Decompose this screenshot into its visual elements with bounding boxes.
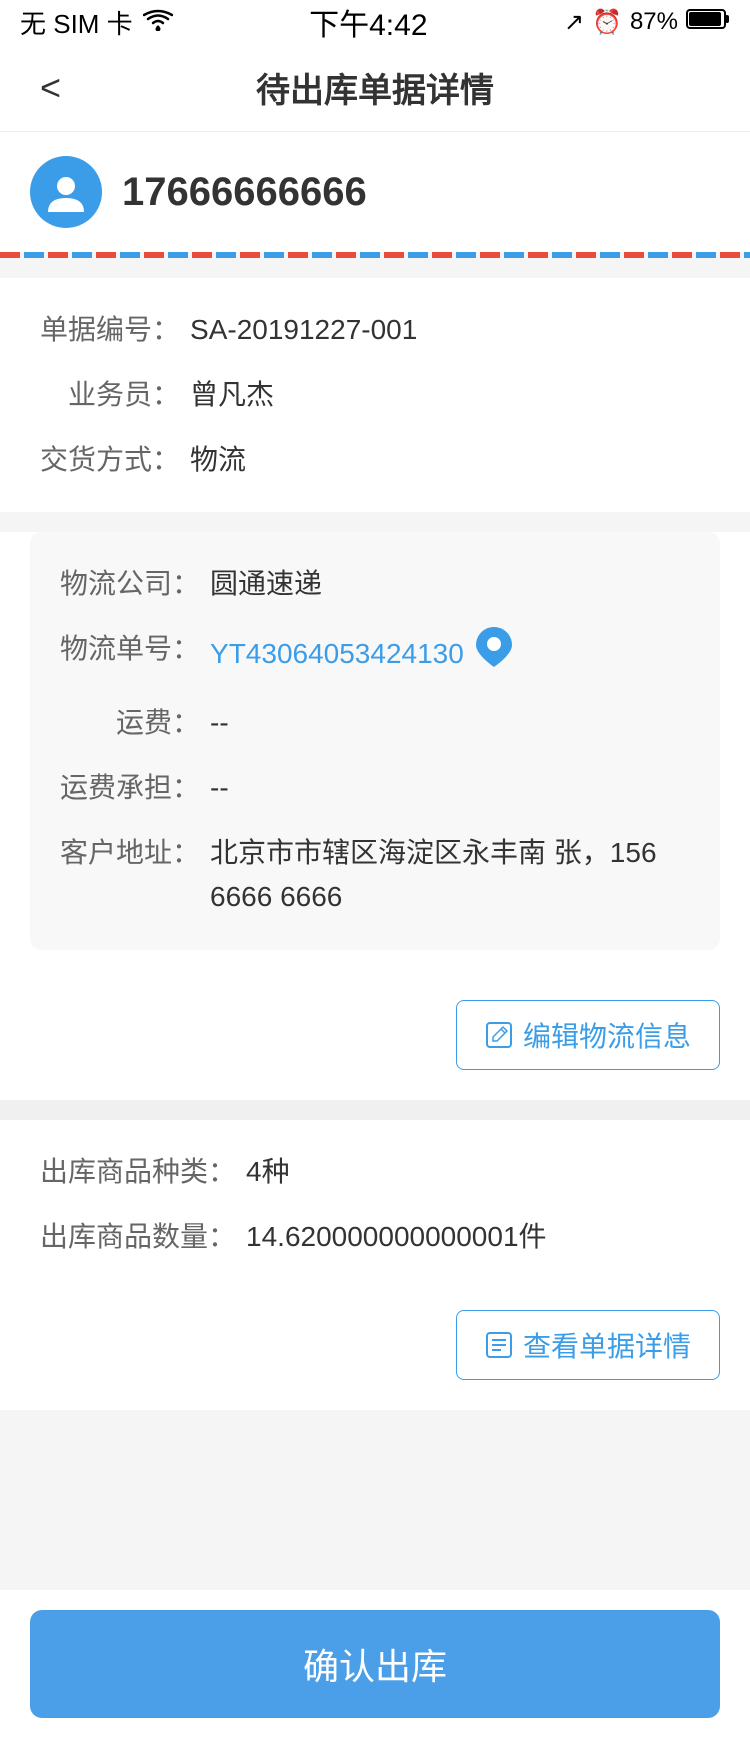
goods-types-row: 出库商品种类： 4种 <box>40 1150 710 1195</box>
delivery-method-row: 交货方式： 物流 <box>40 438 710 483</box>
view-detail-btn-area: 查看单据详情 <box>0 1290 750 1410</box>
address-row: 客户地址： 北京市市辖区海淀区永丰南 张，156 6666 6666 <box>60 831 690 921</box>
edit-logistics-btn-area: 编辑物流信息 <box>0 980 750 1100</box>
list-icon <box>485 1331 513 1359</box>
nav-bar: < 待出库单据详情 <box>0 44 750 132</box>
freight-label: 运费： <box>60 701 200 746</box>
sales-person-row: 业务员： 曾凡杰 <box>40 373 710 418</box>
goods-types-label: 出库商品种类： <box>40 1150 236 1195</box>
back-button[interactable]: < <box>30 57 71 119</box>
delivery-method-label: 交货方式： <box>40 438 180 483</box>
status-bar: 无 SIM 卡 下午4:42 ↗ ⏰ 87% <box>0 0 750 44</box>
location-pin-icon[interactable] <box>476 627 512 681</box>
battery-icon <box>686 8 730 37</box>
confirm-button[interactable]: 确认出库 <box>30 1610 720 1718</box>
location-status-icon: ↗ <box>564 8 584 37</box>
status-left: 无 SIM 卡 <box>20 4 173 41</box>
page-title: 待出库单据详情 <box>256 63 494 112</box>
bottom-area: 确认出库 <box>0 1590 750 1758</box>
edit-logistics-button[interactable]: 编辑物流信息 <box>456 1000 720 1070</box>
logistics-outer: 物流公司： 圆通速递 物流单号： YT43064053424130 <box>0 532 750 980</box>
tracking-no: YT43064053424130 <box>210 632 464 677</box>
freight-bearer-value: -- <box>210 766 690 811</box>
order-no-value: SA-20191227-001 <box>190 308 710 353</box>
sales-person-label: 业务员： <box>40 373 180 418</box>
goods-types-value: 4种 <box>246 1150 710 1195</box>
status-time: 下午4:42 <box>309 0 427 44</box>
edit-logistics-label: 编辑物流信息 <box>523 1015 691 1055</box>
avatar <box>30 156 102 228</box>
tracking-value-wrap: YT43064053424130 <box>210 627 690 681</box>
view-detail-label: 查看单据详情 <box>523 1325 691 1365</box>
address-label: 客户地址： <box>60 831 200 876</box>
goods-section: 出库商品种类： 4种 出库商品数量： 14.620000000000001件 <box>0 1120 750 1290</box>
freight-value: -- <box>210 701 690 746</box>
company-row: 物流公司： 圆通速递 <box>60 562 690 607</box>
status-right: ↗ ⏰ 87% <box>564 8 730 37</box>
freight-bearer-row: 运费承担： -- <box>60 766 690 811</box>
battery-text: 87% <box>630 8 678 36</box>
sales-person-value: 曾凡杰 <box>190 373 710 418</box>
freight-row: 运费： -- <box>60 701 690 746</box>
customer-header: 17666666666 <box>0 132 750 252</box>
section-divider <box>0 1100 750 1120</box>
company-value: 圆通速递 <box>210 562 690 607</box>
alarm-icon: ⏰ <box>592 8 622 37</box>
delivery-method-value: 物流 <box>190 438 710 483</box>
order-no-row: 单据编号： SA-20191227-001 <box>40 308 710 353</box>
carrier-text: 无 SIM 卡 <box>20 4 133 41</box>
tracking-row: 物流单号： YT43064053424130 <box>60 627 690 681</box>
address-value: 北京市市辖区海淀区永丰南 张，156 6666 6666 <box>210 831 690 921</box>
goods-quantity-value: 14.620000000000001件 <box>246 1215 710 1260</box>
order-no-label: 单据编号： <box>40 308 180 353</box>
edit-icon <box>485 1021 513 1049</box>
content-spacer <box>0 1410 750 1590</box>
logistics-card: 物流公司： 圆通速递 物流单号： YT43064053424130 <box>30 532 720 950</box>
order-info-section: 单据编号： SA-20191227-001 业务员： 曾凡杰 交货方式： 物流 <box>0 278 750 512</box>
company-label: 物流公司： <box>60 562 200 607</box>
confirm-btn-wrap: 确认出库 <box>0 1590 750 1758</box>
goods-quantity-row: 出库商品数量： 14.620000000000001件 <box>40 1215 710 1260</box>
wifi-icon <box>143 7 173 38</box>
goods-quantity-label: 出库商品数量： <box>40 1215 236 1260</box>
customer-phone: 17666666666 <box>122 170 367 215</box>
tracking-label: 物流单号： <box>60 627 200 672</box>
view-detail-button[interactable]: 查看单据详情 <box>456 1310 720 1380</box>
freight-bearer-label: 运费承担： <box>60 766 200 811</box>
